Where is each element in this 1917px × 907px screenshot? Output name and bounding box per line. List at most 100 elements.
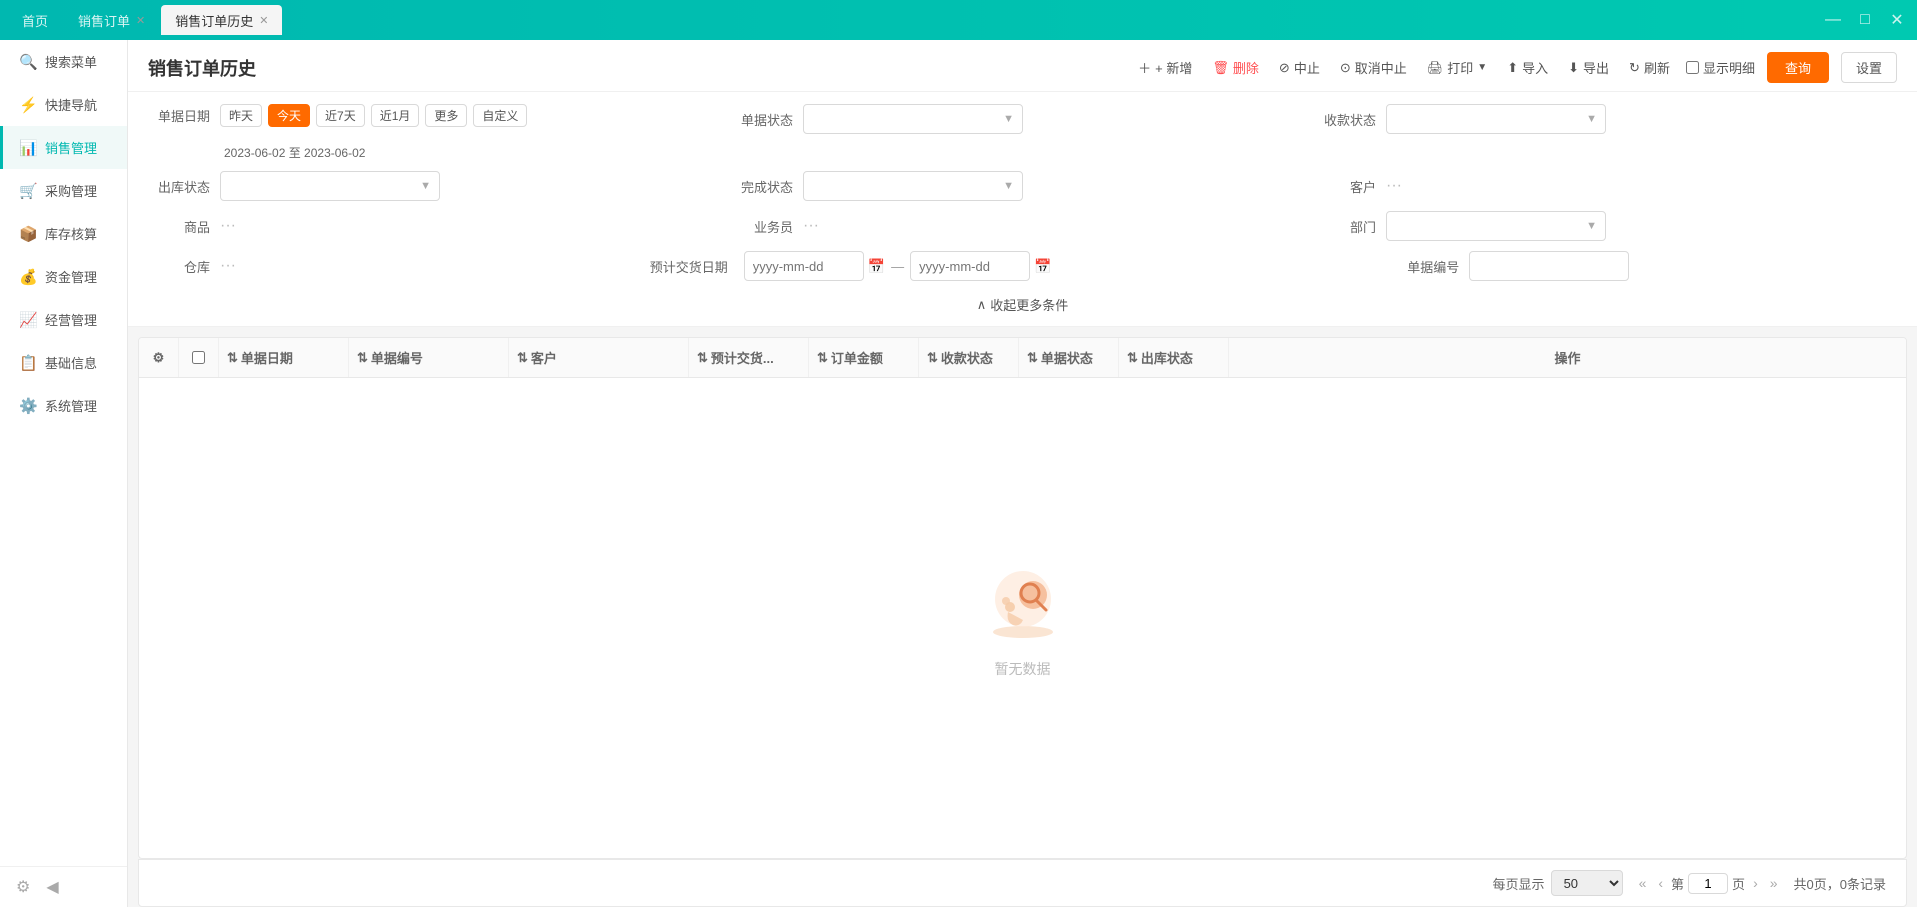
date-range-display: 2023-06-02 至 2023-06-02 [224, 144, 365, 161]
date-btn-more[interactable]: 更多 [425, 104, 467, 127]
delete-btn[interactable]: 🗑 删除 [1208, 56, 1263, 79]
goods-more-icon[interactable]: ··· [220, 217, 236, 235]
expected-delivery-label: 预计交货日期 [648, 257, 738, 276]
page-size-select[interactable]: 50 10 20 100 [1551, 870, 1623, 896]
th-receipt-sort-icon[interactable]: ⇅ [927, 350, 938, 366]
import-label: 导入 [1522, 58, 1548, 77]
th-customer-label: 客户 [531, 348, 557, 367]
next-page-btn[interactable]: › [1749, 873, 1762, 893]
th-doc-no-sort-icon[interactable]: ⇅ [357, 350, 368, 366]
receipt-status-arrow-icon: ▼ [1586, 113, 1597, 125]
prev-page-btn[interactable]: ‹ [1654, 873, 1667, 893]
sidebar-settings-icon[interactable]: ⚙ [16, 877, 30, 897]
table-header: ⚙ ⇅ 单据日期 ⇅ 单据编号 ⇅ 客户 ⇅ [139, 338, 1906, 378]
sidebar-item-sales[interactable]: 📊 销售管理 [0, 126, 127, 169]
win-close-btn[interactable]: ✕ [1885, 8, 1909, 32]
filter-area: 单据日期 昨天 今天 近7天 近1月 更多 自定义 单据状态 ▼ [128, 92, 1917, 327]
select-all-checkbox[interactable] [192, 351, 205, 364]
show-detail-checkbox-label[interactable]: 显示明细 [1686, 58, 1755, 77]
receipt-status-select[interactable]: ▼ [1386, 104, 1606, 134]
doc-status-select[interactable]: ▼ [803, 104, 1023, 134]
doc-no-label: 单据编号 [1397, 257, 1469, 276]
stop-btn[interactable]: ⊘ 中止 [1275, 56, 1324, 79]
customer-label: 客户 [1314, 177, 1386, 196]
sidebar-bottom: ⚙ ◀ [0, 866, 127, 907]
page-input[interactable] [1688, 873, 1728, 894]
sidebar: 🔍 搜索菜单 ⚡ 快捷导航 📊 销售管理 🛒 采购管理 📦 库存核算 💰 资金管… [0, 40, 128, 907]
th-doc-date-sort-icon[interactable]: ⇅ [227, 350, 238, 366]
new-btn[interactable]: ＋ + 新增 [1134, 56, 1196, 79]
delivery-date-from[interactable] [744, 251, 864, 281]
receipt-status-label: 收款状态 [1314, 110, 1386, 129]
sidebar-item-finance[interactable]: 💰 资金管理 [0, 255, 127, 298]
collapse-filter-btn[interactable]: ∧ 收起更多条件 [148, 291, 1897, 314]
tab-sales-order-history-close[interactable]: ✕ [259, 14, 268, 27]
stop-icon: ⊘ [1279, 60, 1290, 76]
settings-btn[interactable]: 设置 [1841, 52, 1897, 83]
import-btn[interactable]: ⬆ 导入 [1503, 56, 1552, 79]
date-btn-custom[interactable]: 自定义 [473, 104, 527, 127]
sidebar-item-purchase-label: 采购管理 [45, 181, 97, 200]
query-btn[interactable]: 查询 [1767, 52, 1829, 83]
th-customer: ⇅ 客户 [509, 338, 689, 377]
sidebar-item-basic[interactable]: 📋 基础信息 [0, 341, 127, 384]
show-detail-checkbox[interactable] [1686, 61, 1699, 74]
goods-label: 商品 [148, 217, 220, 236]
th-settings[interactable]: ⚙ [139, 338, 179, 377]
win-minimize-btn[interactable]: — [1821, 8, 1845, 32]
th-doc-date-label: 单据日期 [241, 348, 293, 367]
sidebar-item-operations[interactable]: 📈 经营管理 [0, 298, 127, 341]
th-amount: ⇅ 订单金额 [809, 338, 919, 377]
sidebar-item-search[interactable]: 🔍 搜索菜单 [0, 40, 127, 83]
tab-sales-order-close[interactable]: ✕ [136, 14, 145, 27]
sidebar-item-nav[interactable]: ⚡ 快捷导航 [0, 83, 127, 126]
th-doc-status-sort-icon[interactable]: ⇅ [1027, 350, 1038, 366]
warehouse-more-icon[interactable]: ··· [220, 257, 236, 275]
calendar-to-icon[interactable]: 📅 [1034, 258, 1051, 275]
tab-sales-order[interactable]: 销售订单 ✕ [64, 5, 159, 35]
complete-status-label: 完成状态 [731, 177, 803, 196]
date-btn-7days[interactable]: 近7天 [316, 104, 365, 127]
th-ship-sort-icon[interactable]: ⇅ [1127, 350, 1138, 366]
system-icon: ⚙️ [19, 397, 37, 415]
th-check[interactable] [179, 338, 219, 377]
doc-no-input[interactable] [1469, 251, 1629, 281]
cancel-stop-btn[interactable]: ⊙ 取消中止 [1336, 56, 1411, 79]
print-icon: 🖨 [1427, 60, 1444, 76]
complete-status-arrow-icon: ▼ [1003, 180, 1014, 192]
purchase-icon: 🛒 [19, 182, 37, 200]
last-page-btn[interactable]: » [1766, 873, 1782, 893]
th-delivery-sort-icon[interactable]: ⇅ [697, 350, 708, 366]
operations-icon: 📈 [19, 311, 37, 329]
tab-sales-order-history-label: 销售订单历史 [175, 11, 253, 30]
sidebar-item-purchase[interactable]: 🛒 采购管理 [0, 169, 127, 212]
th-customer-sort-icon[interactable]: ⇅ [517, 350, 528, 366]
sidebar-item-finance-label: 资金管理 [45, 267, 97, 286]
win-maximize-btn[interactable]: □ [1853, 8, 1877, 32]
date-btn-yesterday[interactable]: 昨天 [220, 104, 262, 127]
salesman-more-icon[interactable]: ··· [803, 217, 819, 235]
th-amount-sort-icon[interactable]: ⇅ [817, 350, 828, 366]
department-arrow-icon: ▼ [1586, 220, 1597, 232]
date-filter-value: 昨天 今天 近7天 近1月 更多 自定义 [220, 104, 731, 127]
tab-home[interactable]: 首页 [8, 5, 62, 35]
print-btn[interactable]: 🖨 打印 ▼ [1423, 56, 1491, 79]
refresh-btn[interactable]: ↻ 刷新 [1625, 56, 1674, 79]
basic-icon: 📋 [19, 354, 37, 372]
export-btn[interactable]: ⬇ 导出 [1564, 56, 1613, 79]
complete-status-select[interactable]: ▼ [803, 171, 1023, 201]
sidebar-item-system[interactable]: ⚙️ 系统管理 [0, 384, 127, 427]
ship-status-select[interactable]: ▼ [220, 171, 440, 201]
date-btn-today[interactable]: 今天 [268, 104, 310, 127]
calendar-from-icon[interactable]: 📅 [868, 258, 885, 275]
date-btn-1month[interactable]: 近1月 [371, 104, 420, 127]
department-select[interactable]: ▼ [1386, 211, 1606, 241]
first-page-btn[interactable]: « [1635, 873, 1651, 893]
tab-sales-order-history[interactable]: 销售订单历史 ✕ [161, 5, 282, 35]
sidebar-item-inventory[interactable]: 📦 库存核算 [0, 212, 127, 255]
sidebar-collapse-icon[interactable]: ◀ [46, 877, 58, 897]
customer-more-icon[interactable]: ··· [1386, 177, 1402, 195]
delivery-date-to[interactable] [910, 251, 1030, 281]
th-settings-icon: ⚙ [153, 350, 165, 366]
stop-label: 中止 [1294, 58, 1320, 77]
